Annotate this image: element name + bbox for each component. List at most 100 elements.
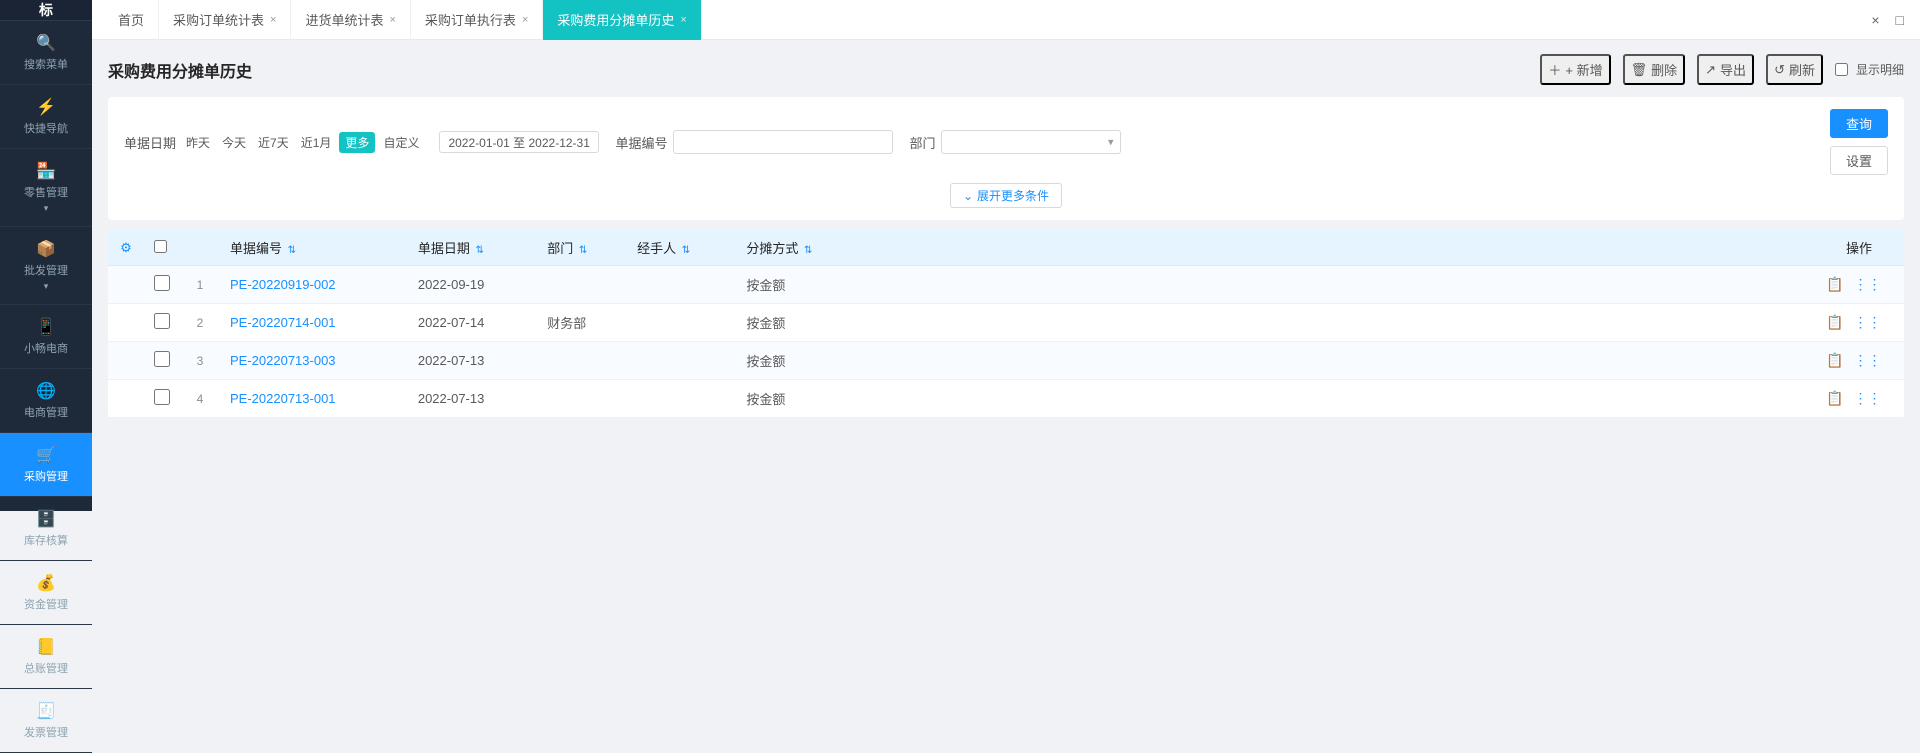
expand-chevron-icon: ⌄	[963, 189, 973, 203]
row-edit-icon-1[interactable]: 📋	[1824, 274, 1845, 295]
show-cols-toggle[interactable]: 显示明细	[1835, 61, 1904, 78]
split-sort-icon[interactable]: ⇅	[804, 245, 812, 256]
tab-purchase-goods[interactable]: 进货单统计表 ×	[291, 0, 410, 40]
dept-sort-icon[interactable]: ⇅	[579, 245, 587, 256]
sidebar-item-ecom[interactable]: 🌐 电商管理	[0, 369, 92, 433]
table-body: 1 PE-20220919-002 2022-09-19 按金额 📋 ⋮⋮ 2 …	[108, 266, 1904, 418]
filter-date-label: 单据日期	[124, 133, 176, 152]
tab-home[interactable]: 首页	[104, 0, 159, 40]
th-settings[interactable]: ⚙	[108, 230, 144, 266]
filter-dept-select[interactable]: 财务部	[941, 130, 1121, 154]
tab-purchase-cost-close[interactable]: ×	[680, 14, 686, 26]
header-actions: ＋ + 新增 🗑 删除 ↗ 导出 ↺ 刷新 显示明细	[1540, 54, 1904, 85]
row-more-icon-4[interactable]: ⋮⋮	[1851, 388, 1883, 409]
sidebar-item-purchase[interactable]: 🛒 采购管理	[0, 433, 92, 497]
page-title: 采购费用分摊单历史	[108, 58, 252, 82]
delete-icon: 🗑	[1631, 62, 1648, 78]
date-sort-icon[interactable]: ⇅	[475, 245, 483, 256]
select-all-checkbox[interactable]	[154, 240, 167, 253]
tab-purchase-summary[interactable]: 采购订单统计表 ×	[159, 0, 291, 40]
row-ops-4: 📋 ⋮⋮	[1814, 380, 1904, 418]
tab-purchase-summary-close[interactable]: ×	[270, 14, 276, 26]
tab-minimize-icon[interactable]: ×	[1867, 10, 1883, 30]
row-edit-icon-3[interactable]: 📋	[1824, 350, 1845, 371]
row-checkbox-1[interactable]	[154, 275, 170, 291]
refresh-icon: ↺	[1774, 62, 1785, 78]
tab-purchase-exec-close[interactable]: ×	[522, 14, 528, 26]
row-more-icon-1[interactable]: ⋮⋮	[1851, 274, 1883, 295]
row-more-icon-3[interactable]: ⋮⋮	[1851, 350, 1883, 371]
row-docno-link-3[interactable]: PE-20220713-003	[230, 353, 336, 368]
row-docno-link-4[interactable]: PE-20220713-001	[230, 391, 336, 406]
th-date-label: 单据日期	[418, 241, 470, 256]
date-btn-more[interactable]: 更多	[339, 132, 375, 153]
handler-sort-icon[interactable]: ⇅	[682, 245, 690, 256]
sidebar-item-finance[interactable]: 💰 资金管理	[0, 561, 92, 625]
doc-no-sort-icon[interactable]: ⇅	[288, 245, 296, 256]
tab-purchase-cost[interactable]: 采购费用分摊单历史 ×	[543, 0, 701, 40]
row-settings-cell	[108, 342, 144, 380]
row-edit-icon-4[interactable]: 📋	[1824, 388, 1845, 409]
row-split-3: 按金额	[736, 342, 1814, 380]
tab-bar: 首页 采购订单统计表 × 进货单统计表 × 采购订单执行表 × 采购费用分摊单历…	[92, 0, 1920, 40]
tab-purchase-exec[interactable]: 采购订单执行表 ×	[411, 0, 543, 40]
tab-purchase-goods-close[interactable]: ×	[389, 14, 395, 26]
sidebar-item-invoice[interactable]: 🧾 发票管理	[0, 689, 92, 753]
row-split-4: 按金额	[736, 380, 1814, 418]
table-header-row: ⚙ 单据编号 ⇅ 单据日期 ⇅	[108, 230, 1904, 266]
sidebar-item-quick-nav[interactable]: ⚡ 快捷导航	[0, 85, 92, 149]
row-check-cell	[144, 380, 180, 418]
sidebar-logo: 标	[0, 0, 92, 21]
row-ops-container-2: 📋 ⋮⋮	[1824, 312, 1894, 333]
filter-settings-button[interactable]: 设置	[1830, 146, 1888, 175]
filter-buttons: 查询 设置	[1830, 109, 1888, 175]
sidebar-item-search[interactable]: 🔍 搜索菜单	[0, 21, 92, 85]
search-button[interactable]: 查询	[1830, 109, 1888, 138]
th-split-method: 分摊方式 ⇅	[736, 230, 1814, 266]
row-more-icon-2[interactable]: ⋮⋮	[1851, 312, 1883, 333]
sidebar-item-inventory[interactable]: 🗄️ 库存核算	[0, 497, 92, 561]
row-dept-2: 财务部	[537, 304, 627, 342]
sidebar-item-ledger[interactable]: 📒 总账管理	[0, 625, 92, 689]
show-cols-checkbox[interactable]	[1835, 63, 1848, 76]
search-icon: 🔍	[36, 33, 56, 53]
row-check-cell	[144, 304, 180, 342]
tab-purchase-summary-label: 采购订单统计表	[173, 10, 264, 29]
row-checkbox-2[interactable]	[154, 313, 170, 329]
export-button[interactable]: ↗ 导出	[1697, 54, 1754, 85]
row-docno-link-2[interactable]: PE-20220714-001	[230, 315, 336, 330]
refresh-button[interactable]: ↺ 刷新	[1766, 54, 1823, 85]
row-checkbox-4[interactable]	[154, 389, 170, 405]
expand-more-button[interactable]: ⌄ 展开更多条件	[950, 183, 1062, 208]
row-edit-icon-2[interactable]: 📋	[1824, 312, 1845, 333]
finance-icon: 💰	[36, 573, 56, 593]
date-btn-today[interactable]: 今天	[218, 132, 250, 153]
row-ops-container-3: 📋 ⋮⋮	[1824, 350, 1894, 371]
row-num-2: 2	[180, 304, 220, 342]
add-button[interactable]: ＋ + 新增	[1540, 54, 1610, 85]
date-btn-custom[interactable]: 自定义	[379, 132, 423, 153]
row-ops-1: 📋 ⋮⋮	[1814, 266, 1904, 304]
row-checkbox-3[interactable]	[154, 351, 170, 367]
tab-purchase-exec-label: 采购订单执行表	[425, 10, 516, 29]
refresh-label: 刷新	[1789, 60, 1815, 79]
expand-more-label: 展开更多条件	[977, 187, 1049, 204]
date-btn-yesterday[interactable]: 昨天	[182, 132, 214, 153]
sidebar-label-search: 搜索菜单	[24, 56, 68, 72]
sidebar-label-purchase: 采购管理	[24, 468, 68, 484]
filter-docno-label: 单据编号	[615, 133, 667, 152]
date-range-input[interactable]	[439, 131, 599, 153]
date-btn-7days[interactable]: 近7天	[254, 132, 293, 153]
filter-dept-label: 部门	[909, 133, 935, 152]
filter-docno-input[interactable]	[673, 130, 893, 154]
row-handler-3	[627, 342, 736, 380]
row-docno-link-1[interactable]: PE-20220919-002	[230, 277, 336, 292]
delete-button[interactable]: 🗑 删除	[1623, 54, 1686, 85]
date-btn-1month[interactable]: 近1月	[297, 132, 336, 153]
export-icon: ↗	[1705, 62, 1716, 78]
tab-maximize-icon[interactable]: □	[1892, 10, 1908, 30]
sidebar-item-mini-shop[interactable]: 📱 小畅电商	[0, 305, 92, 369]
row-date-2: 2022-07-14	[408, 304, 537, 342]
sidebar-item-retail[interactable]: 🏪 零售管理 ▾	[0, 149, 92, 227]
sidebar-item-wholesale[interactable]: 📦 批发管理 ▾	[0, 227, 92, 305]
